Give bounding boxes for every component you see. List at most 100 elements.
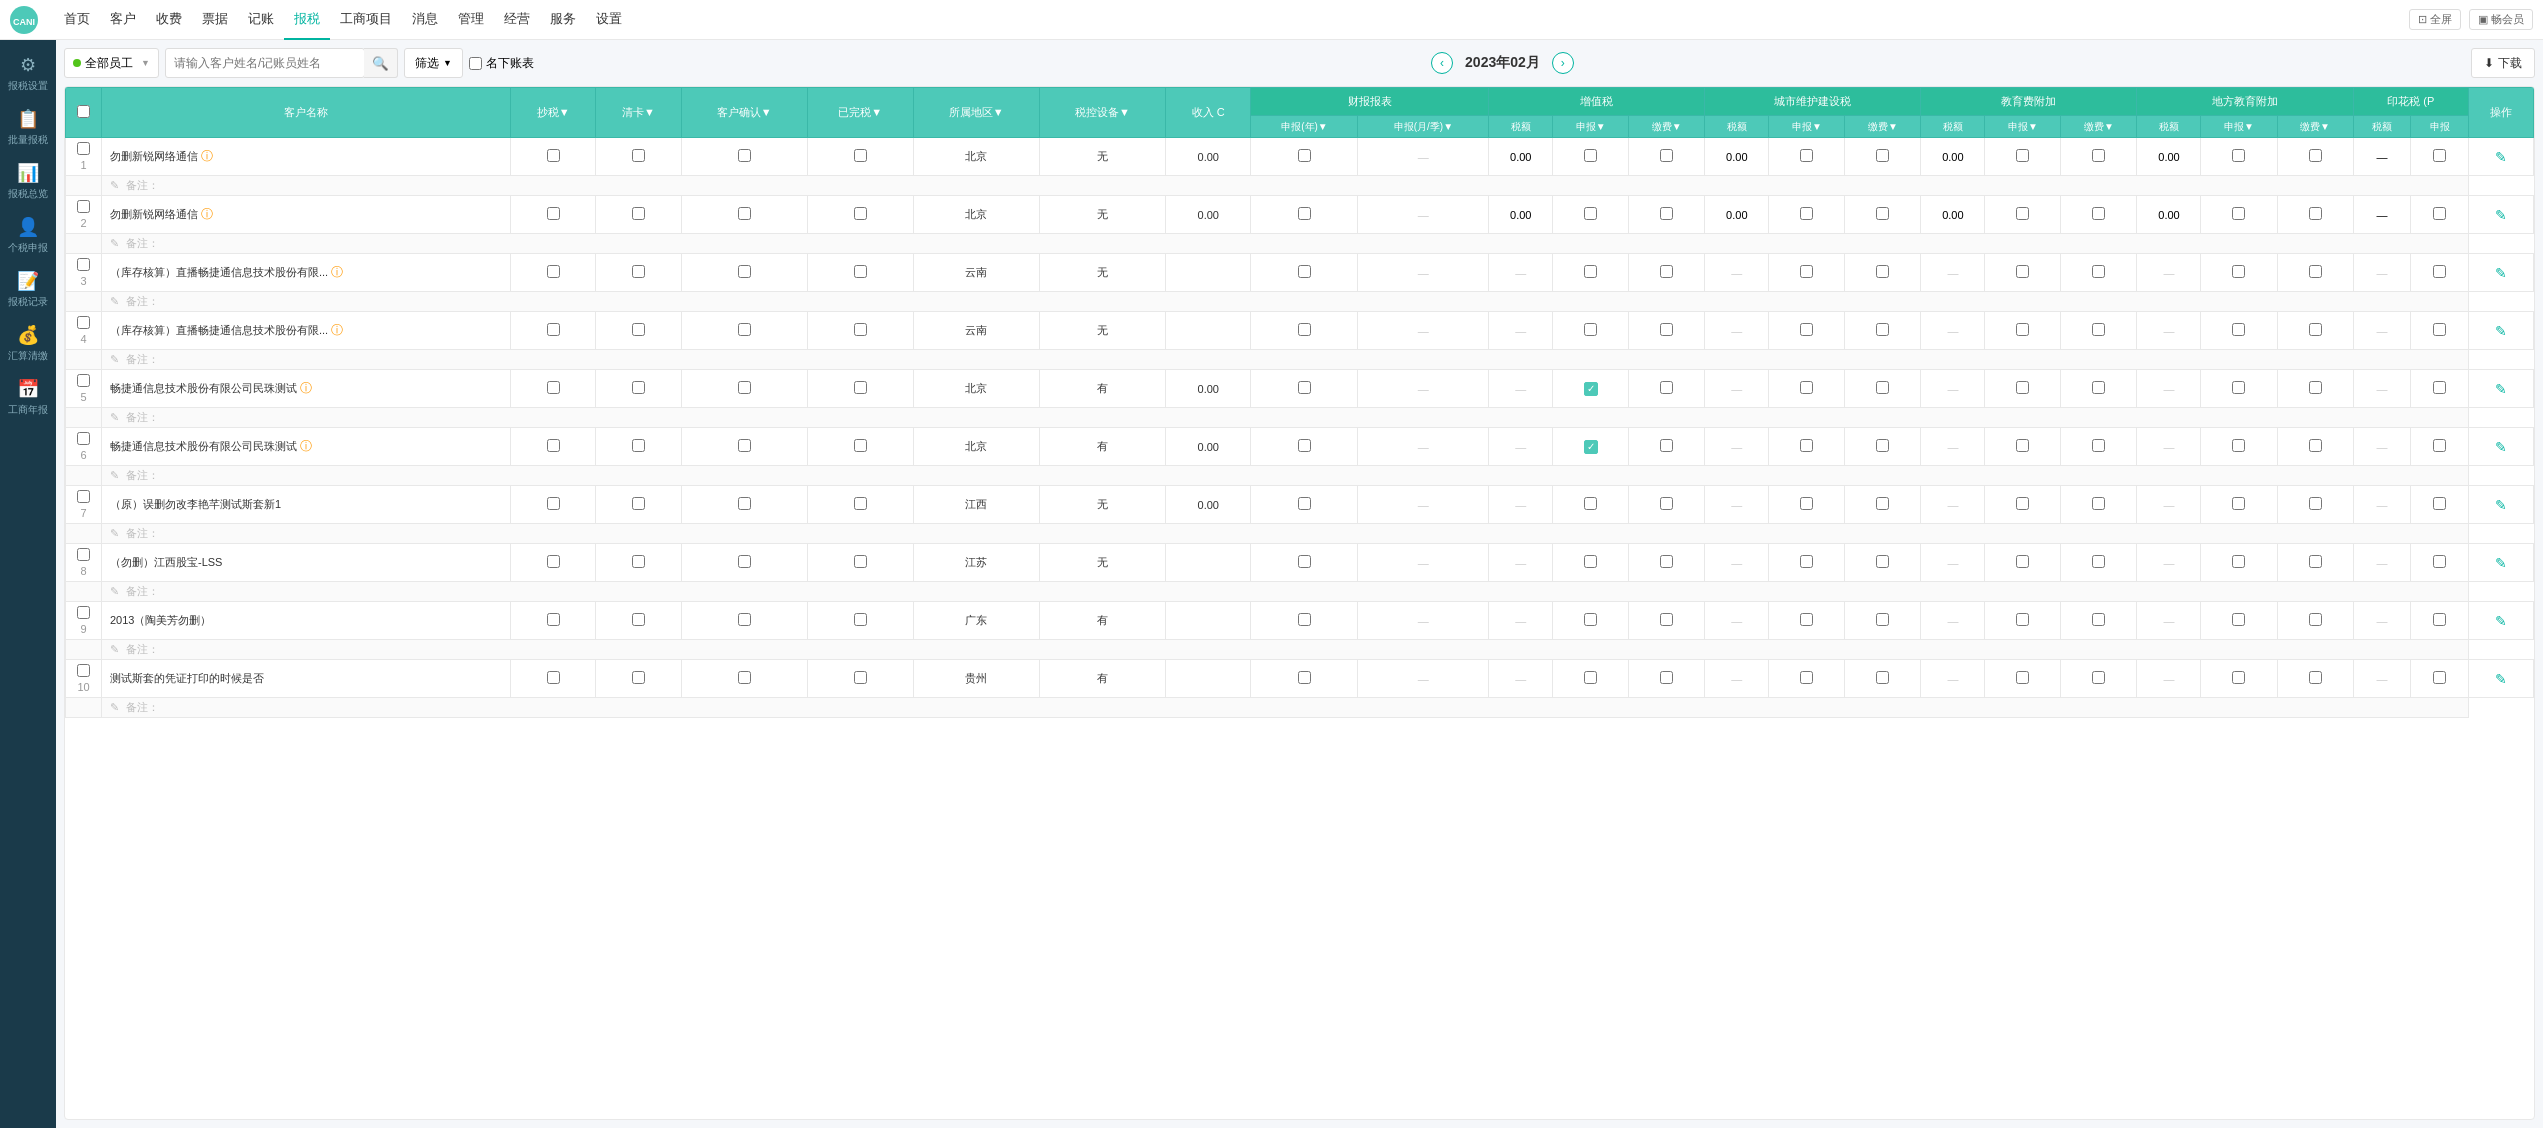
sidebar-item-clearance[interactable]: 💰 汇算清缴 xyxy=(0,316,56,370)
td-zengzhi-apply[interactable]: ✓ xyxy=(1553,428,1629,466)
member-button[interactable]: ▣ 畅会员 xyxy=(2469,9,2533,30)
checkbox-input[interactable] xyxy=(1876,207,1889,220)
td-difang-pay[interactable] xyxy=(2277,602,2353,640)
td-yinshua-apply[interactable] xyxy=(2411,660,2469,698)
checkbox-input[interactable] xyxy=(1584,265,1597,278)
td-copy-tax[interactable] xyxy=(510,312,595,350)
td-difang-pay[interactable] xyxy=(2277,196,2353,234)
td-zengzhi-pay[interactable] xyxy=(1629,138,1705,176)
td-chengshi-pay[interactable] xyxy=(1845,196,1921,234)
td-chengshi-pay[interactable] xyxy=(1845,312,1921,350)
td-difang-apply[interactable] xyxy=(2201,254,2277,292)
checkbox-input[interactable] xyxy=(2016,323,2029,336)
checkbox-input[interactable] xyxy=(738,497,751,510)
checkbox-input[interactable] xyxy=(2232,149,2245,162)
td-operations[interactable]: ✎ xyxy=(2468,544,2533,582)
checkbox-input[interactable] xyxy=(1876,555,1889,568)
td-jiaoyu-apply[interactable] xyxy=(1985,254,2061,292)
checkbox-input[interactable] xyxy=(854,555,867,568)
checkbox-input[interactable] xyxy=(2016,497,2029,510)
td-confirm[interactable] xyxy=(681,254,807,292)
td-chengshi-pay[interactable] xyxy=(1845,428,1921,466)
checkbox-input[interactable] xyxy=(2092,555,2105,568)
td-operations[interactable]: ✎ xyxy=(2468,660,2533,698)
td-declared[interactable] xyxy=(807,428,913,466)
td-jiaoyu-pay[interactable] xyxy=(2061,428,2137,466)
td-zengzhi-apply[interactable] xyxy=(1553,254,1629,292)
checkbox-input[interactable] xyxy=(2016,149,2029,162)
checkbox-input[interactable] xyxy=(1876,613,1889,626)
fullscreen-button[interactable]: ⊡ 全屏 xyxy=(2409,9,2461,30)
td-jiaoyu-pay[interactable] xyxy=(2061,544,2137,582)
filter-button[interactable]: 筛选 ▼ xyxy=(404,48,463,78)
td-declared[interactable] xyxy=(807,196,913,234)
checkbox-input[interactable] xyxy=(1298,497,1311,510)
td-chengshi-pay[interactable] xyxy=(1845,138,1921,176)
checkbox-input[interactable] xyxy=(738,207,751,220)
td-zengzhi-apply[interactable] xyxy=(1553,544,1629,582)
checkbox-input[interactable] xyxy=(1584,149,1597,162)
td-zengzhi-pay[interactable] xyxy=(1629,428,1705,466)
checkbox-input[interactable] xyxy=(2232,671,2245,684)
td-difang-apply[interactable] xyxy=(2201,370,2277,408)
sidebar-item-tax-settings[interactable]: ⚙ 报税设置 xyxy=(0,46,56,100)
checkbox-input[interactable] xyxy=(1660,613,1673,626)
td-yinshua-apply[interactable] xyxy=(2411,428,2469,466)
checkbox-input[interactable] xyxy=(2092,323,2105,336)
nav-item-message[interactable]: 消息 xyxy=(402,0,448,40)
checkbox-input[interactable] xyxy=(2232,497,2245,510)
td-declared[interactable] xyxy=(807,254,913,292)
td-operations[interactable]: ✎ xyxy=(2468,370,2533,408)
checkbox-input[interactable] xyxy=(1584,497,1597,510)
next-month-button[interactable]: › xyxy=(1552,52,1574,74)
td-chengshi-pay[interactable] xyxy=(1845,602,1921,640)
td-zengzhi-pay[interactable] xyxy=(1629,660,1705,698)
checkbox-input[interactable] xyxy=(1298,149,1311,162)
td-yinshua-apply[interactable] xyxy=(2411,196,2469,234)
td-difang-pay[interactable] xyxy=(2277,254,2353,292)
td-caiwu-annual[interactable] xyxy=(1251,196,1358,234)
search-button[interactable]: 🔍 xyxy=(364,48,398,78)
row-checkbox[interactable] xyxy=(77,664,90,677)
checkbox-input[interactable] xyxy=(632,671,645,684)
td-chengshi-pay[interactable] xyxy=(1845,370,1921,408)
td-chengshi-apply[interactable] xyxy=(1769,254,1845,292)
td-difang-pay[interactable] xyxy=(2277,486,2353,524)
td-difang-apply[interactable] xyxy=(2201,544,2277,582)
row-checkbox[interactable] xyxy=(77,142,90,155)
td-declared[interactable] xyxy=(807,312,913,350)
nav-item-business[interactable]: 工商项目 xyxy=(330,0,402,40)
checkbox-input[interactable] xyxy=(2433,207,2446,220)
row-checkbox[interactable] xyxy=(77,258,90,271)
td-caiwu-annual[interactable] xyxy=(1251,486,1358,524)
prev-month-button[interactable]: ‹ xyxy=(1431,52,1453,74)
td-caiwu-annual[interactable] xyxy=(1251,428,1358,466)
checkbox-input[interactable] xyxy=(2232,555,2245,568)
checkbox-input[interactable] xyxy=(547,671,560,684)
td-jiaoyu-apply[interactable] xyxy=(1985,312,2061,350)
td-copy-tax[interactable] xyxy=(510,428,595,466)
checkbox-input[interactable] xyxy=(1298,207,1311,220)
checkbox-input[interactable] xyxy=(854,381,867,394)
row-checkbox[interactable] xyxy=(77,606,90,619)
td-declared[interactable] xyxy=(807,544,913,582)
td-zengzhi-pay[interactable] xyxy=(1629,544,1705,582)
td-difang-pay[interactable] xyxy=(2277,428,2353,466)
edit-icon[interactable]: ✎ xyxy=(2495,323,2507,339)
select-all-checkbox[interactable] xyxy=(77,105,90,118)
checkbox-input[interactable] xyxy=(2232,381,2245,394)
td-caiwu-annual[interactable] xyxy=(1251,602,1358,640)
checkbox-input[interactable] xyxy=(1876,497,1889,510)
td-copy-tax[interactable] xyxy=(510,196,595,234)
checkbox-input[interactable] xyxy=(1800,497,1813,510)
checkbox-input[interactable] xyxy=(2309,381,2322,394)
checkbox-input[interactable] xyxy=(1800,207,1813,220)
td-clear-card[interactable] xyxy=(596,196,681,234)
td-jiaoyu-apply[interactable] xyxy=(1985,370,2061,408)
td-clear-card[interactable] xyxy=(596,602,681,640)
checkbox-input[interactable] xyxy=(2433,149,2446,162)
td-chengshi-apply[interactable] xyxy=(1769,370,1845,408)
checkbox-input[interactable] xyxy=(632,381,645,394)
td-clear-card[interactable] xyxy=(596,254,681,292)
td-yinshua-apply[interactable] xyxy=(2411,544,2469,582)
